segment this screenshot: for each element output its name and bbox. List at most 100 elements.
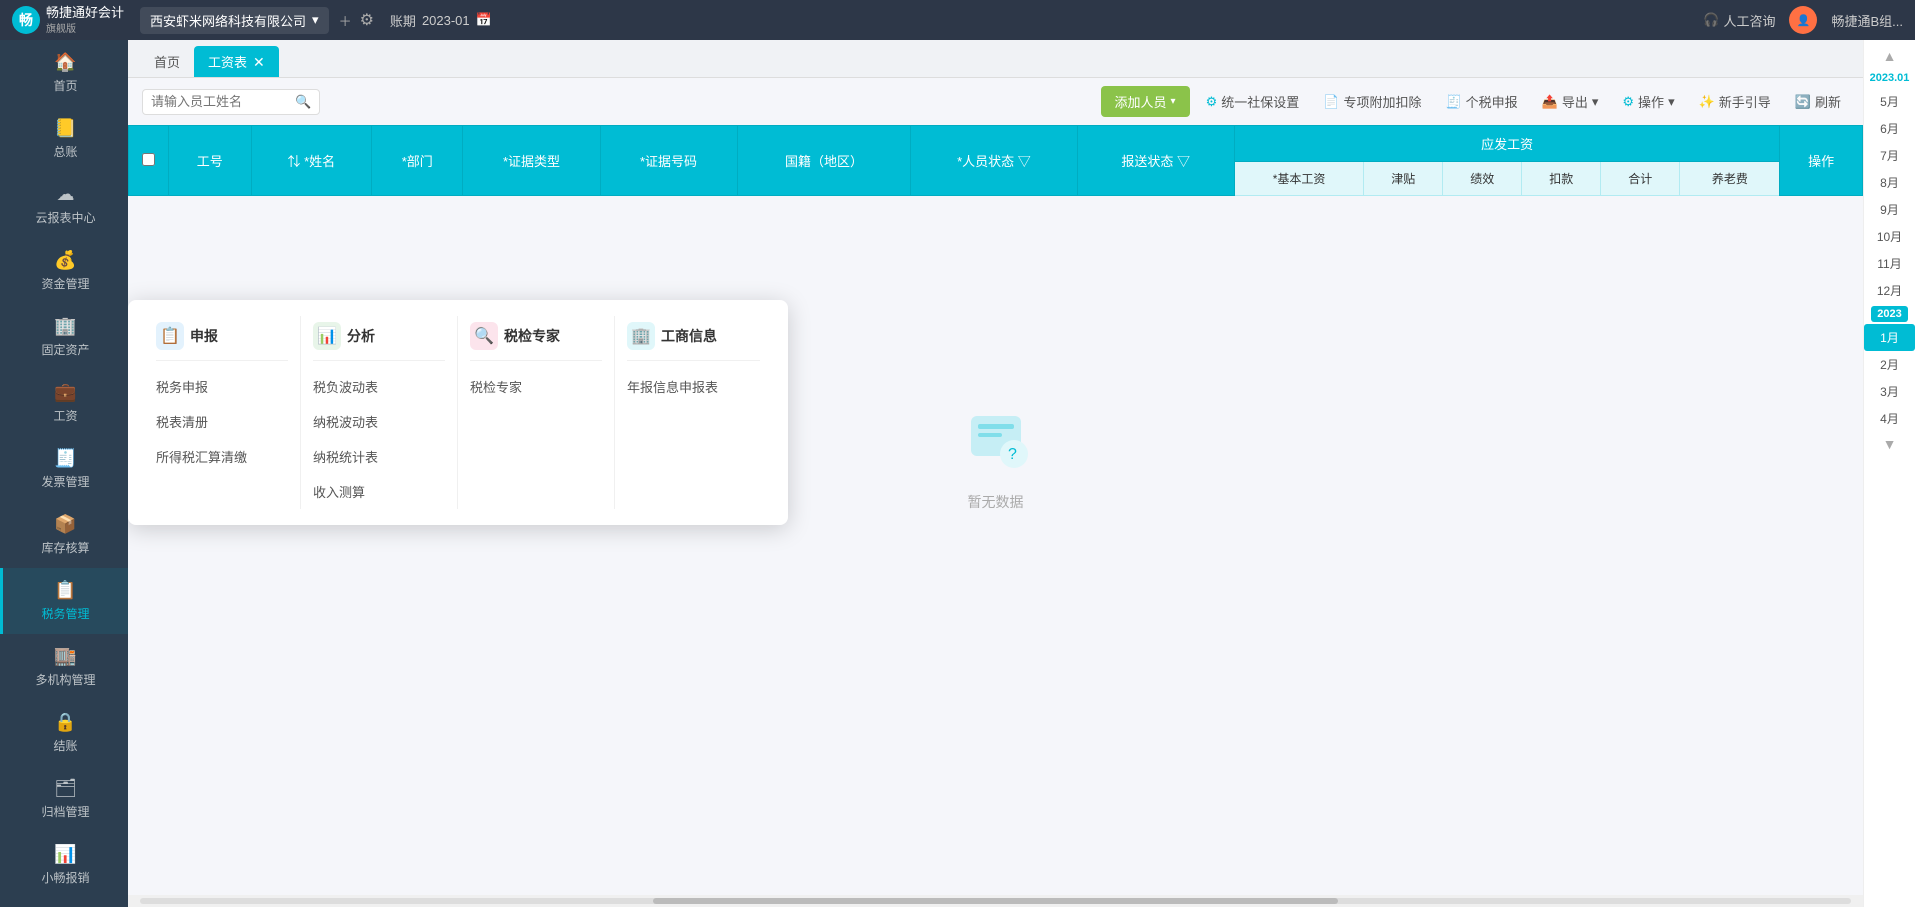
sidebar-label-archive: 归档管理 xyxy=(41,803,89,820)
company-selector[interactable]: 西安虾米网络科技有限公司 ▾ xyxy=(140,7,329,34)
avatar-icon: 👤 xyxy=(1797,14,1811,27)
timeline-month-12[interactable]: 12月 xyxy=(1864,277,1915,304)
timeline-month-9[interactable]: 9月 xyxy=(1864,196,1915,223)
export-label: 导出 xyxy=(1562,92,1588,111)
sidebar-label-cloud: 云报表中心 xyxy=(35,209,95,226)
refresh-label: 刷新 xyxy=(1815,92,1841,111)
calendar-icon[interactable]: 📅 xyxy=(476,12,492,28)
timeline-month-7[interactable]: 7月 xyxy=(1864,142,1915,169)
add-person-button[interactable]: 添加人员 ▾ xyxy=(1101,86,1190,117)
operate-action[interactable]: ⚙ 操作 ▾ xyxy=(1614,88,1682,115)
menu-tax-expert[interactable]: 税检专家 xyxy=(470,369,602,404)
toolbar: 🔍 添加人员 ▾ ⚙ 统一社保设置 📄 专项附加扣除 🧾 个税申报 📤 导出 xyxy=(128,78,1863,125)
select-all-checkbox[interactable] xyxy=(142,153,155,166)
menu-tax-statistics[interactable]: 纳税统计表 xyxy=(313,439,445,474)
special-deduct-label: 专项附加扣除 xyxy=(1343,92,1421,111)
tax-expert-section: 🔍 税检专家 税检专家 xyxy=(458,316,615,509)
sidebar-label-assets: 固定资产 xyxy=(41,341,89,358)
analysis-section: 📊 分析 税负波动表 纳税波动表 纳税统计表 收入测算 xyxy=(301,316,458,509)
sidebar-item-invoices[interactable]: 🧾 发票管理 xyxy=(0,436,128,502)
help-button[interactable]: 🎧 人工咨询 xyxy=(1703,11,1775,30)
menu-tax-form[interactable]: 税表清册 xyxy=(156,404,288,439)
timeline-month-5[interactable]: 5月 xyxy=(1864,88,1915,115)
export-action[interactable]: 📤 导出 ▾ xyxy=(1534,88,1607,115)
operate-label: 操作 xyxy=(1638,92,1664,111)
operate-icon: ⚙ xyxy=(1622,94,1634,110)
new-guide-action[interactable]: ✨ 新手引导 xyxy=(1691,88,1779,115)
tab-close-icon[interactable]: ✕ xyxy=(253,55,265,69)
timeline-month-4[interactable]: 4月 xyxy=(1864,405,1915,432)
tab-salary[interactable]: 工资表 ✕ xyxy=(194,46,279,77)
biz-info-title: 工商信息 xyxy=(661,326,717,346)
settings-icon[interactable]: ⚙ xyxy=(360,10,374,30)
sidebar-item-report-sales[interactable]: 📊 小畅报销 xyxy=(0,832,128,898)
salary-icon: 💼 xyxy=(54,382,76,403)
company-name: 西安虾米网络科技有限公司 xyxy=(150,11,306,30)
timeline-month-2[interactable]: 2月 xyxy=(1864,351,1915,378)
home-icon: 🏠 xyxy=(54,52,76,73)
id-type-header: *证据类型 xyxy=(463,126,600,196)
menu-tax-fluctuation[interactable]: 税负波动表 xyxy=(313,369,445,404)
personal-tax-label: 个税申报 xyxy=(1466,92,1518,111)
sidebar-item-closing[interactable]: 🔒 结账 xyxy=(0,700,128,766)
sidebar-item-inventory[interactable]: 📦 库存核算 xyxy=(0,502,128,568)
analyze-icon: 📊 xyxy=(313,322,341,350)
menu-income-estimate[interactable]: 收入测算 xyxy=(313,474,445,509)
sidebar-item-settings[interactable]: ⚙ 基础设置 xyxy=(0,898,128,907)
sidebar-label-ledger: 总账 xyxy=(53,143,77,160)
allowance-header: 津贴 xyxy=(1364,162,1443,196)
add-company-icon[interactable]: ＋ xyxy=(339,11,352,30)
search-input[interactable] xyxy=(151,94,291,109)
social-insurance-action[interactable]: ⚙ 统一社保设置 xyxy=(1198,88,1308,115)
timeline-month-10[interactable]: 10月 xyxy=(1864,223,1915,250)
menu-annual-report[interactable]: 年报信息申报表 xyxy=(627,369,760,404)
social-insurance-icon: ⚙ xyxy=(1206,94,1218,110)
sidebar-item-archive[interactable]: 🗂 归档管理 xyxy=(0,766,128,832)
sidebar-label-invoices: 发票管理 xyxy=(41,473,89,490)
timeline-month-6[interactable]: 6月 xyxy=(1864,115,1915,142)
assets-icon: 🏢 xyxy=(54,316,76,337)
tab-home[interactable]: 首页 xyxy=(140,46,194,77)
menu-tax-declare[interactable]: 税务申报 xyxy=(156,369,288,404)
sidebar-label-multi-org: 多机构管理 xyxy=(35,671,95,688)
sidebar-item-multi-org[interactable]: 🏬 多机构管理 xyxy=(0,634,128,700)
timeline-month-1[interactable]: 1月 xyxy=(1864,324,1915,351)
name-header: ⇅ *姓名 xyxy=(251,126,372,196)
period-info: 账期 2023-01 📅 xyxy=(390,11,492,30)
sidebar-item-home[interactable]: 🏠 首页 xyxy=(0,40,128,106)
app-title: 畅捷通好会计 xyxy=(46,5,124,21)
report-sales-icon: 📊 xyxy=(54,844,76,865)
sidebar-label-closing: 结账 xyxy=(53,737,77,754)
scrollbar-thumb[interactable] xyxy=(653,898,1337,904)
timeline-down-nav[interactable]: ▼ xyxy=(1883,432,1897,456)
base-salary-header: *基本工资 xyxy=(1234,162,1363,196)
performance-header: 绩效 xyxy=(1443,162,1522,196)
user-avatar[interactable]: 👤 xyxy=(1789,6,1817,34)
sidebar-item-cloud-report[interactable]: ☁ 云报表中心 xyxy=(0,172,128,238)
sidebar-item-ledger[interactable]: 📒 总账 xyxy=(0,106,128,172)
refresh-action[interactable]: 🔄 刷新 xyxy=(1787,88,1849,115)
filter-icon[interactable]: ▽ xyxy=(1018,154,1031,169)
search-icon: 🔍 xyxy=(295,94,311,110)
sidebar-item-funds[interactable]: 💰 资金管理 xyxy=(0,238,128,304)
emp-id-header: 工号 xyxy=(169,126,252,196)
timeline-month-3[interactable]: 3月 xyxy=(1864,378,1915,405)
scrollbar-track[interactable] xyxy=(140,898,1851,904)
timeline-month-8[interactable]: 8月 xyxy=(1864,169,1915,196)
sidebar-label-inventory: 库存核算 xyxy=(41,539,89,556)
menu-tax-movement[interactable]: 纳税波动表 xyxy=(313,404,445,439)
sidebar: 🏠 首页 📒 总账 ☁ 云报表中心 💰 资金管理 🏢 固定资产 💼 工资 🧾 发… xyxy=(0,40,128,907)
dropdown-arrow-icon: ▾ xyxy=(1171,96,1176,107)
app-title-wrap: 畅捷通好会计 旗舰版 xyxy=(46,5,124,36)
sidebar-item-assets[interactable]: 🏢 固定资产 xyxy=(0,304,128,370)
timeline-up-nav[interactable]: ▲ xyxy=(1883,44,1897,68)
timeline-month-11[interactable]: 11月 xyxy=(1864,250,1915,277)
special-deduct-action[interactable]: 📄 专项附加扣除 xyxy=(1315,88,1429,115)
operation-header: 操作 xyxy=(1780,126,1863,196)
filter2-icon[interactable]: ▽ xyxy=(1177,154,1190,169)
checkbox-header[interactable] xyxy=(129,126,169,196)
menu-income-tax-calc[interactable]: 所得税汇算清缴 xyxy=(156,439,288,474)
sidebar-item-tax[interactable]: 📋 税务管理 xyxy=(0,568,128,634)
sidebar-item-salary[interactable]: 💼 工资 xyxy=(0,370,128,436)
personal-tax-action[interactable]: 🧾 个税申报 xyxy=(1437,88,1525,115)
